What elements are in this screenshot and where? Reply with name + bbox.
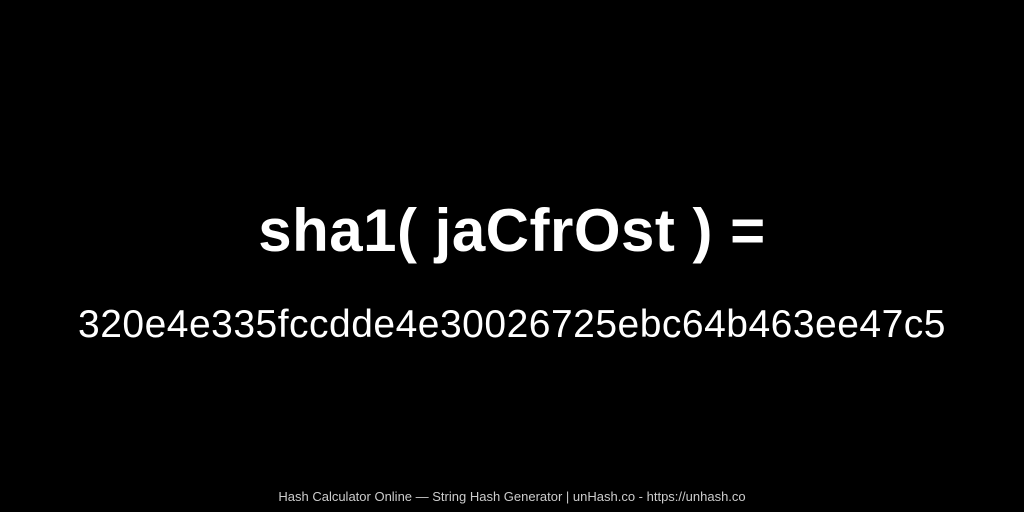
hash-result-value: 320e4e335fccdde4e30026725ebc64b463ee47c5 [78, 303, 946, 347]
main-content: sha1( jaCfrOst ) = 320e4e335fccdde4e3002… [78, 30, 946, 512]
footer-text: Hash Calculator Online — String Hash Gen… [0, 489, 1024, 504]
hash-expression-heading: sha1( jaCfrOst ) = [258, 196, 766, 265]
